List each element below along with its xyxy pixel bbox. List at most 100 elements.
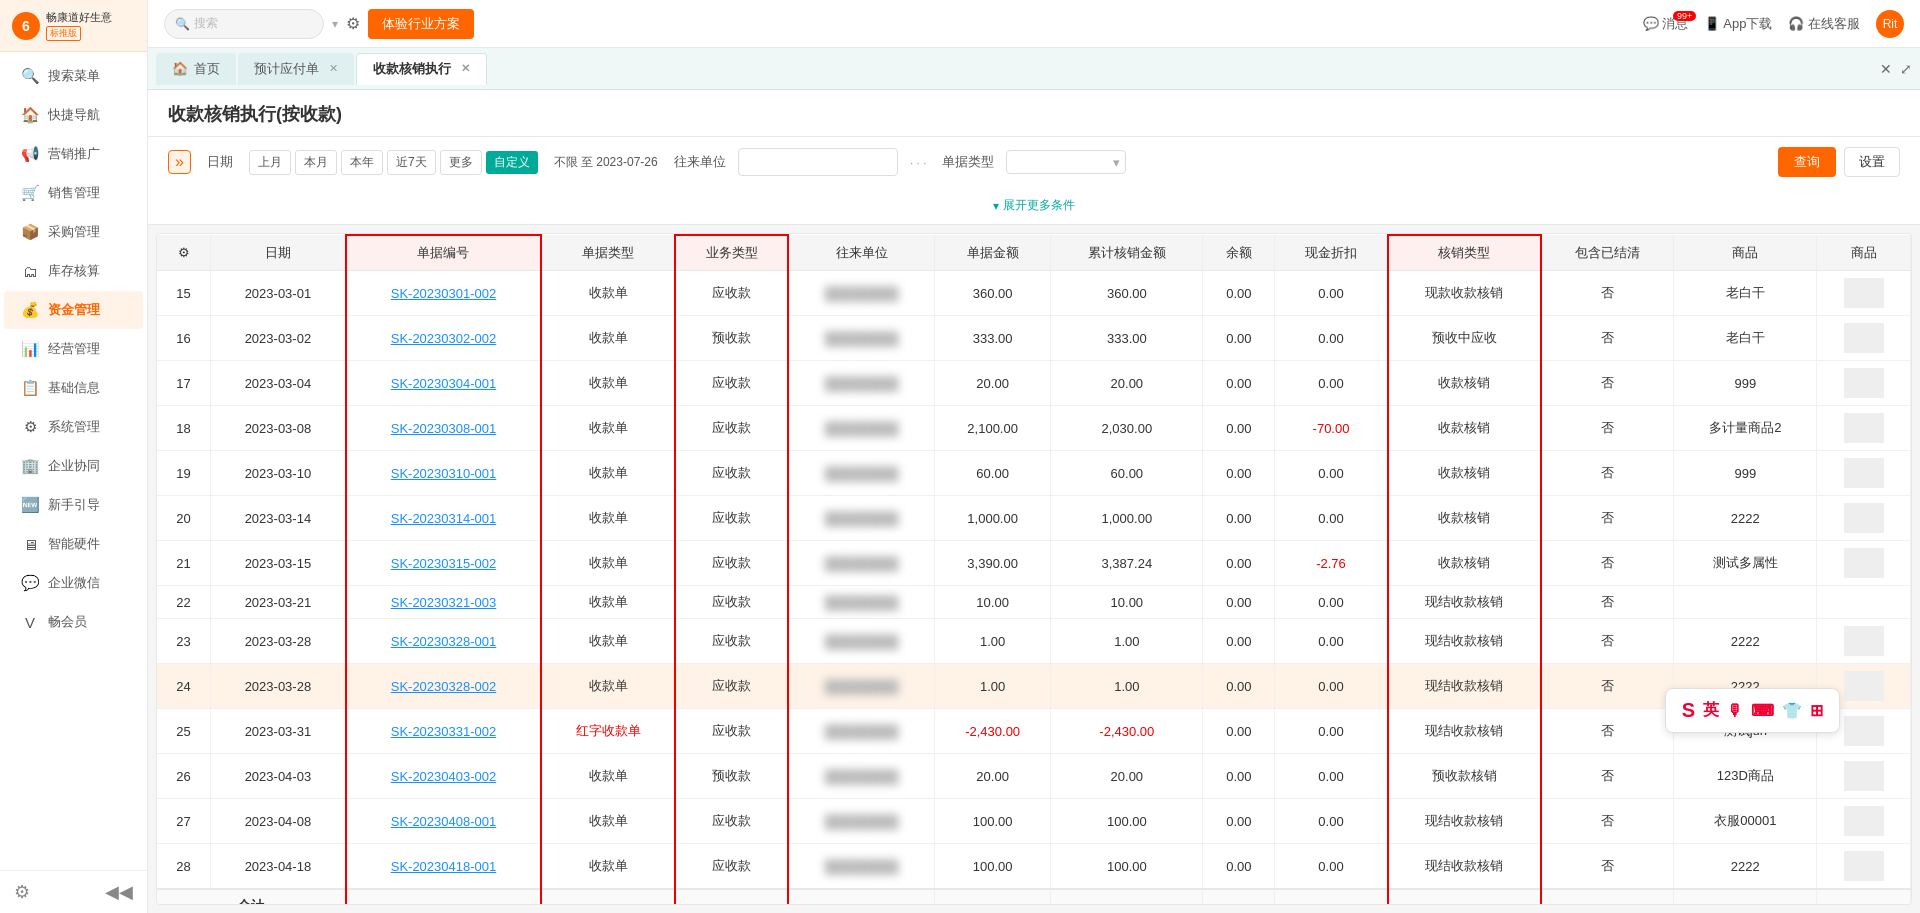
- counterparty-input[interactable]: [738, 148, 898, 176]
- sidebar-item-purchase[interactable]: 📦 采购管理: [4, 213, 143, 251]
- col-balance: 余额: [1203, 235, 1275, 271]
- row-include-cleared: 否: [1541, 406, 1674, 451]
- row-date: 2023-04-03: [211, 754, 346, 799]
- sidebar-item-label-sales: 销售管理: [48, 184, 100, 202]
- row-date: 2023-04-18: [211, 844, 346, 890]
- collapse-sidebar-icon[interactable]: ◀◀: [105, 881, 133, 903]
- row-doc-no: SK-20230315-002: [346, 541, 542, 586]
- row-include-cleared: 否: [1541, 754, 1674, 799]
- content-wrapper: 收款核销执行(按收款) 📤 导出 🔄 刷新 » 日期 上月 本月 本年 近7天 …: [148, 90, 1920, 913]
- tabbar-right: ✕ ⤢: [1880, 61, 1912, 77]
- row-counterparty: ████████: [788, 709, 934, 754]
- row-include-cleared: 否: [1541, 619, 1674, 664]
- custom-date-button[interactable]: 自定义: [486, 151, 538, 174]
- row-verified: 60.00: [1051, 451, 1203, 496]
- query-button[interactable]: 查询: [1778, 147, 1836, 177]
- row-biz-type: 应收款: [675, 451, 789, 496]
- row-date: 2023-04-08: [211, 799, 346, 844]
- row-no: 21: [157, 541, 211, 586]
- sidebar-item-sales[interactable]: 🛒 销售管理: [4, 174, 143, 212]
- sidebar-item-quick-nav[interactable]: 🏠 快捷导航: [4, 96, 143, 134]
- doc-no-link[interactable]: SK-20230301-002: [391, 286, 497, 301]
- sidebar-item-enterprise[interactable]: 🏢 企业协同: [4, 447, 143, 485]
- sidebar-item-finance[interactable]: 💰 资金管理: [4, 291, 143, 329]
- sidebar-item-operation[interactable]: 📊 经营管理: [4, 330, 143, 368]
- industry-solution-button[interactable]: 体验行业方案: [368, 9, 474, 39]
- keyboard-icon[interactable]: ⌨: [1751, 701, 1774, 720]
- sidebar-item-member[interactable]: V 畅会员: [4, 603, 143, 641]
- row-biz-type: 应收款: [675, 586, 789, 619]
- doc-no-link[interactable]: SK-20230304-001: [391, 376, 497, 391]
- message-badge[interactable]: 💬 消息 99+: [1643, 15, 1689, 33]
- tab-home[interactable]: 🏠 首页: [156, 53, 236, 85]
- sidebar-item-basic-info[interactable]: 📋 基础信息: [4, 369, 143, 407]
- app-download-link[interactable]: 📱 App下载: [1704, 15, 1772, 33]
- last-7days-button[interactable]: 近7天: [387, 150, 436, 175]
- grid-icon[interactable]: ⊞: [1810, 701, 1823, 720]
- col-settings[interactable]: ⚙: [157, 235, 211, 271]
- gear-topbar-icon[interactable]: ⚙: [346, 14, 360, 33]
- row-date: 2023-03-01: [211, 271, 346, 316]
- counterparty-filter-label: 往来单位: [674, 153, 726, 171]
- filter-toggle-button[interactable]: »: [168, 150, 191, 174]
- sidebar-item-guide[interactable]: 🆕 新手引导: [4, 486, 143, 524]
- close-tab-button[interactable]: ✕: [1880, 61, 1892, 77]
- online-support-link[interactable]: 🎧 在线客服: [1788, 15, 1860, 33]
- brand-logo-icon: S: [1682, 699, 1695, 722]
- receipt-type-select[interactable]: [1006, 150, 1126, 174]
- sales-icon: 🛒: [20, 184, 40, 202]
- doc-no-link[interactable]: SK-20230315-002: [391, 556, 497, 571]
- row-include-cleared: 否: [1541, 316, 1674, 361]
- more-date-button[interactable]: 更多: [440, 150, 482, 175]
- row-verify-type: 收款核销: [1388, 496, 1541, 541]
- doc-no-link[interactable]: SK-20230328-001: [391, 634, 497, 649]
- col-include-cleared: 包含已结清: [1541, 235, 1674, 271]
- doc-no-link[interactable]: SK-20230308-001: [391, 421, 497, 436]
- this-month-button[interactable]: 本月: [295, 150, 337, 175]
- doc-no-link[interactable]: SK-20230314-001: [391, 511, 497, 526]
- sidebar-item-hardware[interactable]: 🖥 智能硬件: [4, 525, 143, 563]
- close-collection-tab-icon[interactable]: ✕: [461, 62, 470, 75]
- system-icon: ⚙: [20, 418, 40, 436]
- settings-footer-icon[interactable]: ⚙: [14, 881, 30, 903]
- row-doc-type: 收款单: [541, 316, 674, 361]
- counterparty-cell: ████████: [825, 421, 899, 436]
- row-no: 25: [157, 709, 211, 754]
- date-range-display: 不限 至 2023-07-26: [554, 154, 658, 171]
- sidebar-item-search[interactable]: 🔍 搜索菜单: [4, 57, 143, 95]
- shirt-icon[interactable]: 👕: [1782, 701, 1802, 720]
- row-verify-type: 现结收款核销: [1388, 709, 1541, 754]
- mic-icon[interactable]: 🎙: [1727, 702, 1743, 720]
- close-prepayment-tab-icon[interactable]: ✕: [329, 62, 338, 75]
- doc-no-link[interactable]: SK-20230302-002: [391, 331, 497, 346]
- sidebar-item-wechat[interactable]: 💬 企业微信: [4, 564, 143, 602]
- row-counterparty: ████████: [788, 799, 934, 844]
- row-product2: [1817, 541, 1911, 586]
- tab-pre-payment[interactable]: 预计应付单 ✕: [238, 53, 354, 85]
- last-month-button[interactable]: 上月: [249, 150, 291, 175]
- date-filter-label: 日期: [207, 153, 233, 171]
- doc-no-link[interactable]: SK-20230321-003: [391, 595, 497, 610]
- doc-no-link[interactable]: SK-20230328-002: [391, 679, 497, 694]
- doc-no-link[interactable]: SK-20230310-001: [391, 466, 497, 481]
- user-avatar[interactable]: Rit: [1876, 10, 1904, 38]
- this-year-button[interactable]: 本年: [341, 150, 383, 175]
- row-doc-no: SK-20230328-002: [346, 664, 542, 709]
- maximize-tab-button[interactable]: ⤢: [1900, 61, 1912, 77]
- sidebar-item-system[interactable]: ⚙ 系统管理: [4, 408, 143, 446]
- settings-button[interactable]: 设置: [1844, 147, 1900, 177]
- expand-filter-button[interactable]: ▾ 展开更多条件: [993, 197, 1075, 214]
- row-doc-type: 收款单: [541, 496, 674, 541]
- dropdown-arrow-icon[interactable]: ▾: [332, 17, 338, 31]
- doc-no-link[interactable]: SK-20230408-001: [391, 814, 497, 829]
- topbar-right: 💬 消息 99+ 📱 App下载 🎧 在线客服 Rit: [1643, 10, 1904, 38]
- sidebar-item-inventory[interactable]: 🗂 库存核算: [4, 252, 143, 290]
- logo-icon: 6: [12, 12, 40, 40]
- row-amount: -2,430.00: [934, 709, 1051, 754]
- sidebar-item-marketing[interactable]: 📢 营销推广: [4, 135, 143, 173]
- tab-home-label: 首页: [194, 60, 220, 78]
- tab-collection-verify[interactable]: 收款核销执行 ✕: [356, 53, 487, 85]
- doc-no-link[interactable]: SK-20230418-001: [391, 859, 497, 874]
- doc-no-link[interactable]: SK-20230403-002: [391, 769, 497, 784]
- doc-no-link[interactable]: SK-20230331-002: [391, 724, 497, 739]
